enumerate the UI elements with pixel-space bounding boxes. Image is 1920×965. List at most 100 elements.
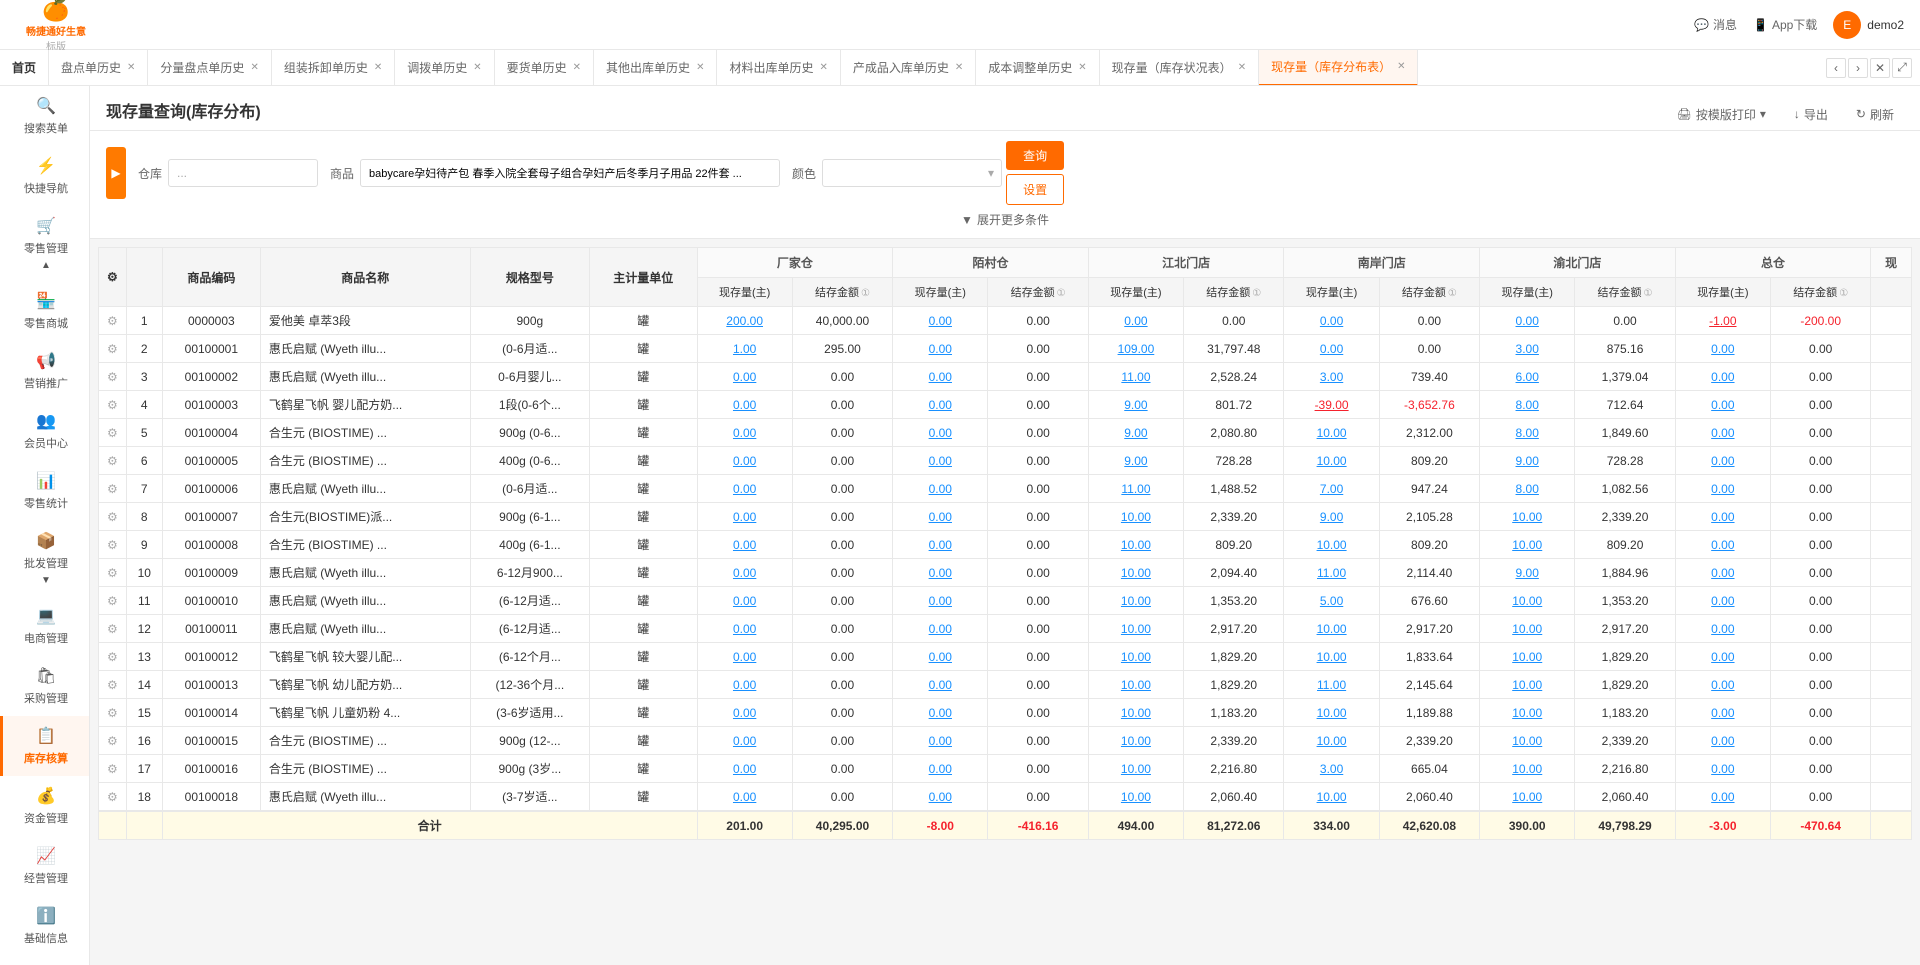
sidebar-item-search[interactable]: 🔍 搜索英单: [0, 86, 89, 146]
col-ybmd-qty[interactable]: 10.00: [1480, 615, 1575, 643]
col-mcj-qty[interactable]: 0.00: [893, 587, 988, 615]
col-namd-qty[interactable]: 10.00: [1284, 783, 1379, 812]
col-jbmd-qty[interactable]: 10.00: [1088, 587, 1183, 615]
ybmd-amt-info[interactable]: ①: [1644, 288, 1653, 299]
tab-home[interactable]: 首页: [0, 50, 49, 86]
col-ybmd-qty[interactable]: 0.00: [1480, 307, 1575, 335]
col-jbmd-qty[interactable]: 10.00: [1088, 615, 1183, 643]
tab-chenben[interactable]: 成本调整单历史 ✕: [976, 50, 1099, 86]
sidebar-item-nav[interactable]: ⚡ 快捷导航: [0, 146, 89, 206]
col-cfj-qty[interactable]: 0.00: [697, 643, 792, 671]
col-mcj-qty[interactable]: 0.00: [893, 363, 988, 391]
col-mcj-qty[interactable]: 0.00: [893, 755, 988, 783]
col-ybmd-qty[interactable]: 10.00: [1480, 699, 1575, 727]
col-ybmd-qty[interactable]: 10.00: [1480, 587, 1575, 615]
tab-close-btn[interactable]: ✕: [1870, 58, 1890, 78]
tab-kucun-dist[interactable]: 现存量（库存分布表）✕: [1259, 50, 1418, 86]
col-jbmd-qty[interactable]: 10.00: [1088, 727, 1183, 755]
table-container[interactable]: ⚙ 商品编码 商品名称 规格型号 主计量单位 厂家仓 陌村仓 江北门店 南岸门店…: [90, 239, 1920, 965]
col-namd-qty[interactable]: -39.00: [1284, 391, 1379, 419]
cfj-amt-info[interactable]: ①: [861, 288, 870, 299]
tab-prev-btn[interactable]: ‹: [1826, 58, 1846, 78]
col-jbmd-qty[interactable]: 9.00: [1088, 419, 1183, 447]
warehouse-input[interactable]: [168, 159, 318, 187]
col-mcj-qty[interactable]: 0.00: [893, 643, 988, 671]
col-cfj-qty[interactable]: 0.00: [697, 447, 792, 475]
export-btn[interactable]: ↓ 导出: [1784, 102, 1838, 127]
close-tab-kucun-status[interactable]: ✕: [1238, 62, 1246, 73]
col-cfj-qty[interactable]: 0.00: [697, 615, 792, 643]
col-namd-qty[interactable]: 10.00: [1284, 447, 1379, 475]
col-jbmd-qty[interactable]: 10.00: [1088, 783, 1183, 812]
col-zc-qty[interactable]: 0.00: [1675, 727, 1770, 755]
col-jbmd-qty[interactable]: 0.00: [1088, 307, 1183, 335]
col-jbmd-qty[interactable]: 10.00: [1088, 699, 1183, 727]
col-jbmd-qty[interactable]: 10.00: [1088, 671, 1183, 699]
tab-qitachuku[interactable]: 其他出库单历史 ✕: [594, 50, 717, 86]
close-tab-chancheng[interactable]: ✕: [955, 62, 963, 73]
col-namd-qty[interactable]: 0.00: [1284, 307, 1379, 335]
user-area[interactable]: E demo2: [1833, 11, 1904, 39]
col-zc-qty[interactable]: 0.00: [1675, 671, 1770, 699]
col-mcj-qty[interactable]: 0.00: [893, 335, 988, 363]
goods-input[interactable]: [360, 159, 780, 187]
col-namd-qty[interactable]: 11.00: [1284, 559, 1379, 587]
col-ybmd-qty[interactable]: 10.00: [1480, 727, 1575, 755]
namd-amt-info[interactable]: ①: [1448, 288, 1457, 299]
close-tab-diaopei[interactable]: ✕: [473, 62, 481, 73]
messages-btn[interactable]: 💬 消息: [1694, 16, 1737, 33]
col-zc-qty[interactable]: 0.00: [1675, 475, 1770, 503]
col-setting[interactable]: ⚙: [99, 671, 127, 699]
col-cfj-qty[interactable]: 0.00: [697, 755, 792, 783]
col-jbmd-qty[interactable]: 9.00: [1088, 447, 1183, 475]
col-namd-qty[interactable]: 10.00: [1284, 643, 1379, 671]
col-cfj-qty[interactable]: 0.00: [697, 559, 792, 587]
col-setting[interactable]: ⚙: [99, 447, 127, 475]
col-jbmd-qty[interactable]: 11.00: [1088, 475, 1183, 503]
col-ybmd-qty[interactable]: 10.00: [1480, 671, 1575, 699]
col-namd-qty[interactable]: 10.00: [1284, 699, 1379, 727]
col-namd-qty[interactable]: 3.00: [1284, 363, 1379, 391]
sidebar-item-operations[interactable]: 📈 经营管理: [0, 836, 89, 896]
tab-zuzhezuixie[interactable]: 组装拆卸单历史 ✕: [272, 50, 395, 86]
col-cfj-qty[interactable]: 0.00: [697, 587, 792, 615]
sidebar-item-wholesale[interactable]: 📦 批发管理 ▼: [0, 521, 89, 596]
col-zc-qty[interactable]: 0.00: [1675, 615, 1770, 643]
col-mcj-qty[interactable]: 0.00: [893, 671, 988, 699]
zc-amt-info[interactable]: ①: [1839, 288, 1848, 299]
col-cfj-qty[interactable]: 0.00: [697, 391, 792, 419]
col-namd-qty[interactable]: 7.00: [1284, 475, 1379, 503]
col-setting[interactable]: ⚙: [99, 643, 127, 671]
col-mcj-qty[interactable]: 0.00: [893, 559, 988, 587]
print-btn[interactable]: 🖨 按模版打印 ▾: [1667, 102, 1776, 127]
col-namd-qty[interactable]: 11.00: [1284, 671, 1379, 699]
tab-max-btn[interactable]: ⤢: [1892, 58, 1912, 78]
col-setting[interactable]: ⚙: [99, 587, 127, 615]
tab-liaoliao[interactable]: 材料出库单历史 ✕: [717, 50, 840, 86]
col-ybmd-qty[interactable]: 10.00: [1480, 783, 1575, 812]
col-ybmd-qty[interactable]: 10.00: [1480, 531, 1575, 559]
sidebar-item-retail-stats[interactable]: 📊 零售统计: [0, 461, 89, 521]
close-tab-fenpandian[interactable]: ✕: [250, 62, 258, 73]
sidebar-item-basics[interactable]: ℹ️ 基础信息: [0, 896, 89, 956]
col-cfj-qty[interactable]: 0.00: [697, 475, 792, 503]
col-jbmd-qty[interactable]: 9.00: [1088, 391, 1183, 419]
col-setting[interactable]: ⚙: [99, 783, 127, 812]
tab-diaopei[interactable]: 调拨单历史 ✕: [395, 50, 494, 86]
sidebar-item-inventory[interactable]: 📋 库存核算: [0, 716, 89, 776]
col-namd-qty[interactable]: 10.00: [1284, 419, 1379, 447]
col-setting[interactable]: ⚙: [99, 419, 127, 447]
close-tab-liaoliao[interactable]: ✕: [819, 62, 827, 73]
col-zc-qty[interactable]: 0.00: [1675, 531, 1770, 559]
close-tab-qitachuku[interactable]: ✕: [696, 62, 704, 73]
col-jbmd-qty[interactable]: 10.00: [1088, 643, 1183, 671]
sidebar-item-mall[interactable]: 🏪 零售商城: [0, 281, 89, 341]
col-jbmd-qty[interactable]: 10.00: [1088, 503, 1183, 531]
col-ybmd-qty[interactable]: 8.00: [1480, 391, 1575, 419]
col-zc-qty[interactable]: 0.00: [1675, 363, 1770, 391]
col-namd-qty[interactable]: 3.00: [1284, 755, 1379, 783]
col-mcj-qty[interactable]: 0.00: [893, 419, 988, 447]
col-namd-qty[interactable]: 10.00: [1284, 727, 1379, 755]
tab-fenpandian[interactable]: 分量盘点单历史 ✕: [148, 50, 271, 86]
tab-chancheng[interactable]: 产成品入库单历史 ✕: [841, 50, 976, 86]
